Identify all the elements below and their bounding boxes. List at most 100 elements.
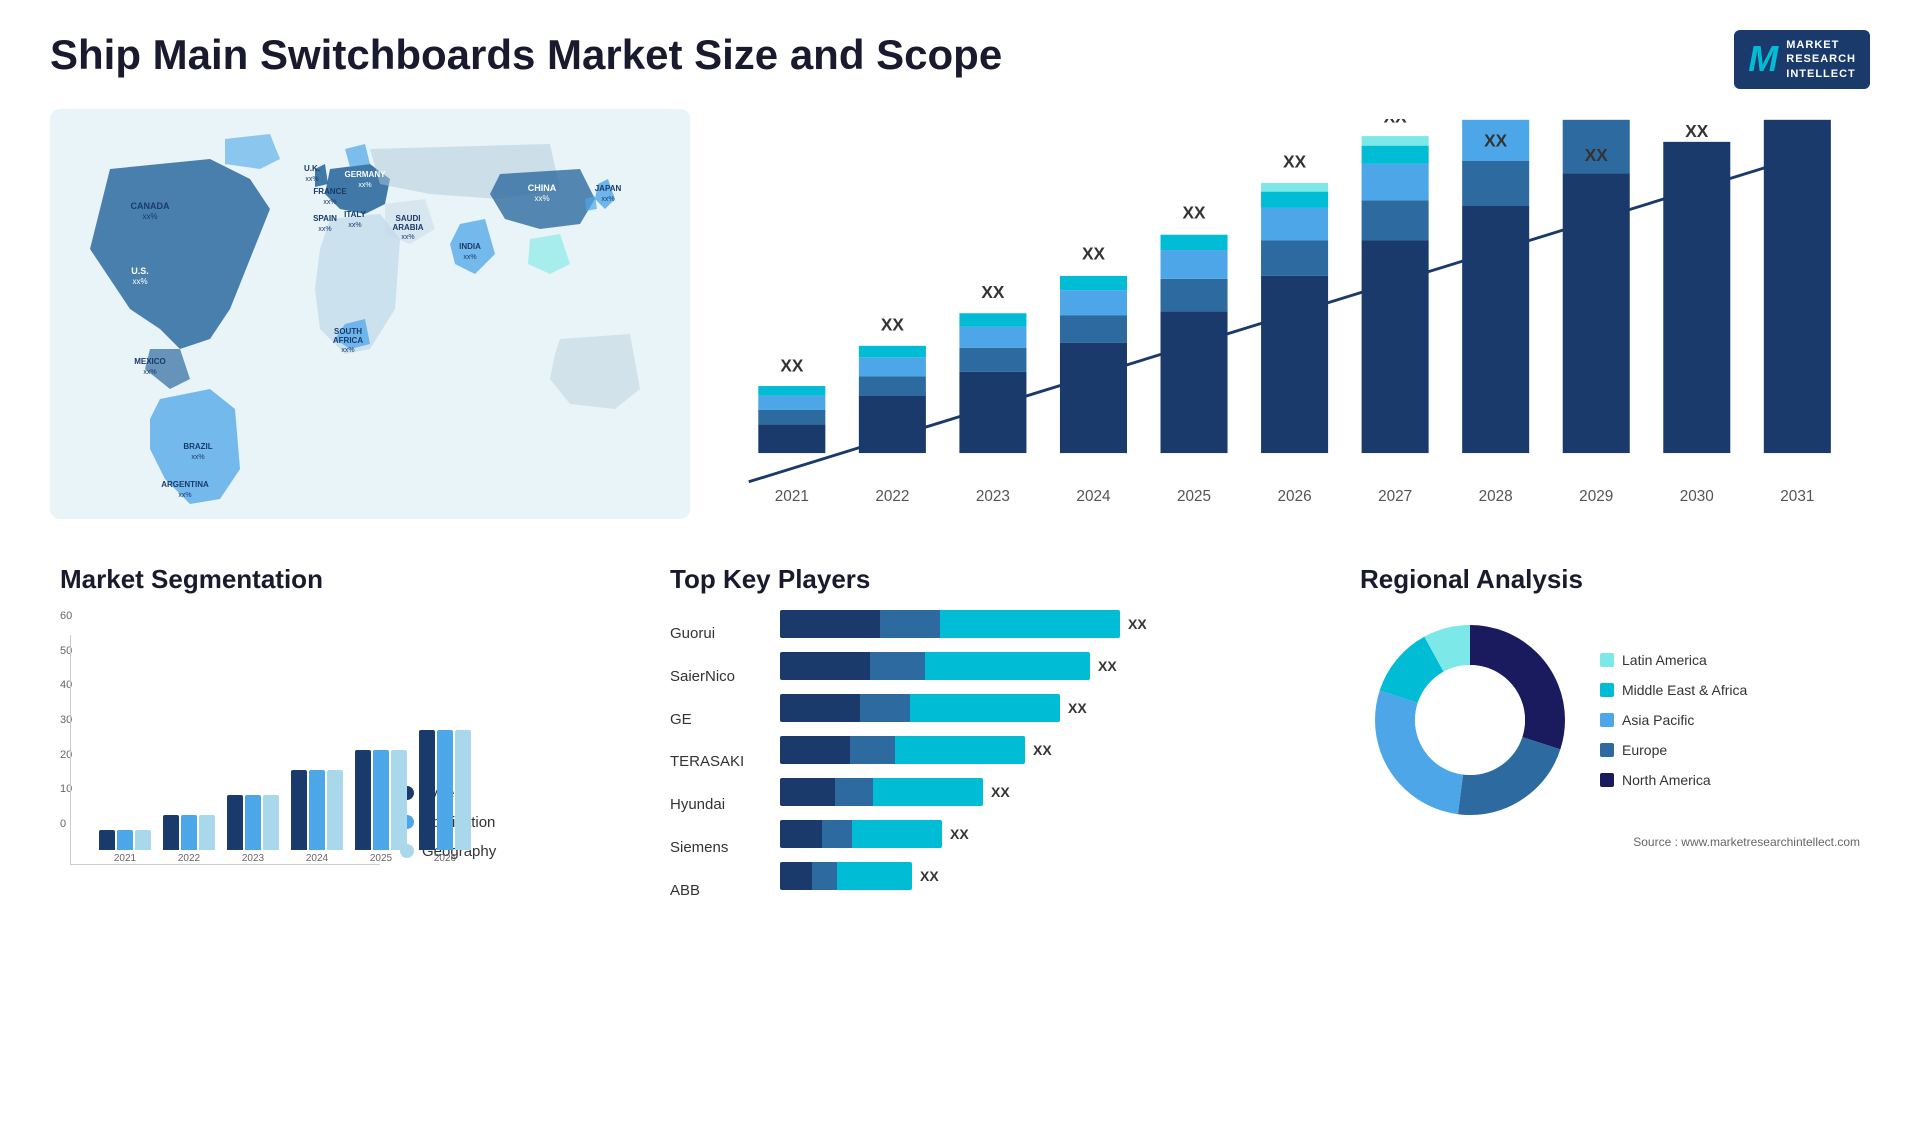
svg-text:MEXICO: MEXICO xyxy=(134,357,166,366)
logo-box: M MARKET RESEARCH INTELLECT xyxy=(1734,30,1870,89)
svg-text:U.S.: U.S. xyxy=(131,266,149,276)
svg-text:SAUDI: SAUDI xyxy=(396,214,421,223)
seg-bar-group-2025: 2025 xyxy=(355,750,407,864)
svg-text:U.K.: U.K. xyxy=(304,164,320,173)
svg-text:2023: 2023 xyxy=(976,488,1010,505)
players-names-list: Guorui SaierNico GE TERASAKI Hyundai Sie… xyxy=(670,610,760,904)
svg-text:2030: 2030 xyxy=(1680,488,1714,505)
svg-text:xx%: xx% xyxy=(191,454,204,461)
players-content: Guorui SaierNico GE TERASAKI Hyundai Sie… xyxy=(670,610,1310,904)
bottom-grid: Market Segmentation 60 50 40 30 20 10 0 xyxy=(50,554,1870,914)
svg-text:INDIA: INDIA xyxy=(459,242,481,251)
svg-text:xx%: xx% xyxy=(463,254,476,261)
logo-area: M MARKET RESEARCH INTELLECT xyxy=(1734,30,1870,89)
regional-section: Regional Analysis xyxy=(1350,554,1870,914)
player-ge: GE xyxy=(670,711,760,728)
legend-asia-pacific: Asia Pacific xyxy=(1600,712,1747,728)
seg-bar-group-2026: 2026 xyxy=(419,730,471,864)
svg-text:XX: XX xyxy=(1585,145,1608,165)
regional-title: Regional Analysis xyxy=(1360,564,1860,595)
seg-bar-group-2022: 2022 xyxy=(163,815,215,864)
svg-text:xx%: xx% xyxy=(401,234,414,241)
svg-text:BRAZIL: BRAZIL xyxy=(183,442,212,451)
svg-text:GERMANY: GERMANY xyxy=(345,170,387,179)
player-bar-row-ge: XX xyxy=(780,694,1310,722)
donut-container: Latin America Middle East & Africa Asia … xyxy=(1360,610,1860,830)
segmentation-title: Market Segmentation xyxy=(60,564,620,595)
players-title: Top Key Players xyxy=(670,564,1310,595)
svg-text:XX: XX xyxy=(1283,152,1306,172)
svg-text:SOUTH: SOUTH xyxy=(334,327,362,336)
svg-text:xx%: xx% xyxy=(142,212,157,221)
svg-text:2026: 2026 xyxy=(1278,488,1312,505)
player-saiernico: SaierNico xyxy=(670,668,760,685)
segmentation-section: Market Segmentation 60 50 40 30 20 10 0 xyxy=(50,554,630,914)
players-bars-container: XX XX xyxy=(780,610,1310,904)
svg-text:2029: 2029 xyxy=(1579,488,1613,505)
svg-text:XX: XX xyxy=(1384,119,1407,127)
seg-bar-group-2021: 2021 xyxy=(99,830,151,864)
logo-text: MARKET RESEARCH INTELLECT xyxy=(1786,38,1856,81)
logo-letter: M xyxy=(1748,38,1778,80)
svg-text:xx%: xx% xyxy=(348,222,361,229)
svg-text:XX: XX xyxy=(780,356,803,376)
player-bar-row-terasaki: XX xyxy=(780,736,1310,764)
svg-text:JAPAN: JAPAN xyxy=(595,184,622,193)
svg-text:XX: XX xyxy=(1082,244,1105,264)
player-bar-row-guorui: XX xyxy=(780,610,1310,638)
svg-text:xx%: xx% xyxy=(305,176,318,183)
svg-text:xx%: xx% xyxy=(534,194,549,203)
svg-text:ARGENTINA: ARGENTINA xyxy=(161,480,209,489)
svg-text:ARABIA: ARABIA xyxy=(392,223,423,232)
world-map-section: CANADA xx% U.S. xx% MEXICO xx% BRAZIL xx… xyxy=(50,109,690,519)
player-hyundai: Hyundai xyxy=(670,796,760,813)
header: Ship Main Switchboards Market Size and S… xyxy=(50,30,1870,89)
svg-text:ITALY: ITALY xyxy=(344,210,366,219)
legend-mea: Middle East & Africa xyxy=(1600,682,1747,698)
svg-text:XX: XX xyxy=(881,314,904,334)
bar-chart-section: XX 2021 XX 2022 XX 2023 xyxy=(710,109,1870,534)
svg-text:AFRICA: AFRICA xyxy=(333,336,363,345)
player-guorui: Guorui xyxy=(670,625,760,642)
seg-bar-group-2024: 2024 xyxy=(291,770,343,864)
player-bar-row-hyundai: XX xyxy=(780,778,1310,806)
svg-text:xx%: xx% xyxy=(132,277,147,286)
svg-text:2024: 2024 xyxy=(1076,488,1111,505)
svg-text:xx%: xx% xyxy=(318,226,331,233)
seg-chart: 60 50 40 30 20 10 0 xyxy=(60,610,380,890)
svg-text:SPAIN: SPAIN xyxy=(313,214,337,223)
svg-text:XX: XX xyxy=(981,282,1004,302)
player-bar-row-siemens: XX xyxy=(780,820,1310,848)
legend-latin-america: Latin America xyxy=(1600,652,1747,668)
svg-text:2028: 2028 xyxy=(1479,488,1513,505)
svg-text:xx%: xx% xyxy=(143,369,156,376)
legend-north-america: North America xyxy=(1600,772,1747,788)
svg-text:xx%: xx% xyxy=(323,199,336,206)
donut-legend: Latin America Middle East & Africa Asia … xyxy=(1600,652,1747,788)
svg-text:CANADA: CANADA xyxy=(131,201,170,211)
page-title: Ship Main Switchboards Market Size and S… xyxy=(50,30,1002,80)
svg-text:2025: 2025 xyxy=(1177,488,1211,505)
growth-chart-svg: XX 2021 XX 2022 XX 2023 xyxy=(720,119,1850,519)
world-map-svg: CANADA xx% U.S. xx% MEXICO xx% BRAZIL xx… xyxy=(50,109,690,519)
svg-text:xx%: xx% xyxy=(341,347,354,354)
svg-text:2027: 2027 xyxy=(1378,488,1412,505)
players-section: Top Key Players Guorui SaierNico GE TERA… xyxy=(660,554,1320,914)
svg-text:xx%: xx% xyxy=(178,492,191,499)
svg-text:CHINA: CHINA xyxy=(528,183,557,193)
seg-bar-group-2023: 2023 xyxy=(227,795,279,864)
svg-text:xx%: xx% xyxy=(358,182,371,189)
svg-text:2021: 2021 xyxy=(775,488,809,505)
player-bar-row-saiernico: XX xyxy=(780,652,1310,680)
svg-text:FRANCE: FRANCE xyxy=(313,187,347,196)
seg-chart-container: 60 50 40 30 20 10 0 xyxy=(60,610,620,890)
source-text: Source : www.marketresearchintellect.com xyxy=(1360,835,1860,849)
legend-europe: Europe xyxy=(1600,742,1747,758)
page-wrapper: Ship Main Switchboards Market Size and S… xyxy=(0,0,1920,1146)
svg-text:XX: XX xyxy=(1685,121,1708,141)
player-terasaki: TERASAKI xyxy=(670,753,760,770)
donut-chart-svg xyxy=(1360,610,1580,830)
player-siemens: Siemens xyxy=(670,839,760,856)
svg-text:XX: XX xyxy=(1183,202,1206,222)
svg-text:2031: 2031 xyxy=(1780,488,1814,505)
